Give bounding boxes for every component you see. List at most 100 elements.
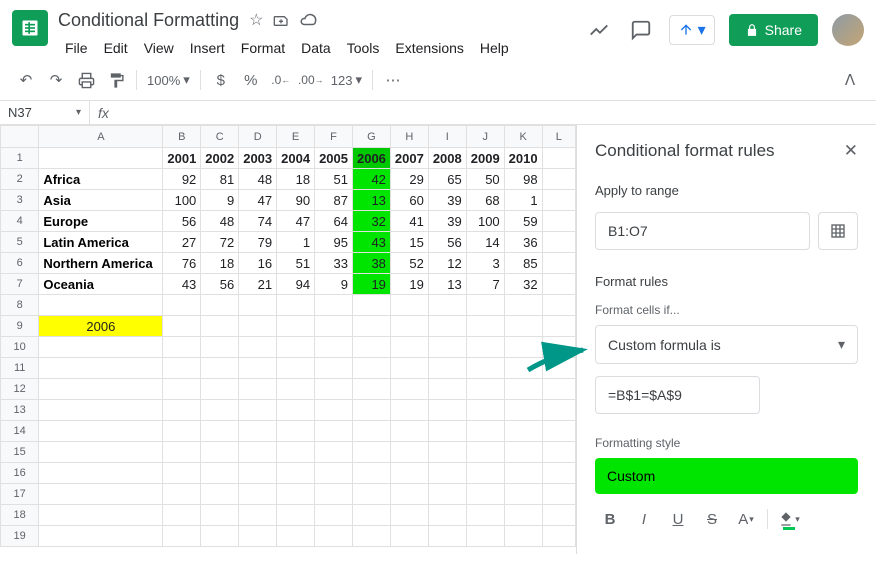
row-header[interactable]: 3 — [1, 190, 39, 211]
increase-decimals-button[interactable]: .00→ — [297, 66, 325, 94]
table-cell[interactable]: 51 — [315, 169, 353, 190]
style-preview[interactable]: Custom — [595, 458, 858, 494]
table-cell[interactable]: 15 — [390, 232, 428, 253]
table-cell[interactable]: 68 — [466, 190, 504, 211]
table-cell[interactable]: 43 — [163, 274, 201, 295]
col-header[interactable]: K — [504, 126, 542, 148]
table-cell[interactable]: 81 — [201, 169, 239, 190]
table-cell[interactable]: 2005 — [315, 148, 353, 169]
table-cell[interactable]: 2003 — [239, 148, 277, 169]
star-icon[interactable]: ☆ — [249, 10, 263, 30]
strikethrough-button[interactable]: S — [697, 504, 727, 534]
col-header[interactable]: C — [201, 126, 239, 148]
table-cell[interactable]: 48 — [239, 169, 277, 190]
table-cell[interactable]: 2010 — [504, 148, 542, 169]
table-cell[interactable]: 43 — [352, 232, 390, 253]
table-cell[interactable]: Asia — [39, 190, 163, 211]
menu-help[interactable]: Help — [473, 36, 516, 60]
menu-view[interactable]: View — [137, 36, 181, 60]
table-cell[interactable]: 94 — [277, 274, 315, 295]
table-cell[interactable]: Latin America — [39, 232, 163, 253]
row-header[interactable]: 11 — [1, 358, 39, 379]
table-cell[interactable]: 27 — [163, 232, 201, 253]
condition-dropdown[interactable]: Custom formula is▾ — [595, 325, 858, 364]
table-cell[interactable]: 33 — [315, 253, 353, 274]
table-cell[interactable]: 56 — [428, 232, 466, 253]
fill-color-button[interactable]: ▾ — [774, 504, 804, 534]
table-cell[interactable]: 64 — [315, 211, 353, 232]
table-cell[interactable]: 1 — [277, 232, 315, 253]
row-header[interactable]: 10 — [1, 337, 39, 358]
range-input[interactable]: B1:O7 — [595, 212, 810, 250]
move-icon[interactable] — [273, 12, 289, 28]
print-button[interactable] — [72, 66, 100, 94]
table-cell[interactable]: 50 — [466, 169, 504, 190]
table-cell[interactable]: 38 — [352, 253, 390, 274]
undo-button[interactable]: ↶ — [12, 66, 40, 94]
table-cell[interactable]: 32 — [352, 211, 390, 232]
table-cell[interactable]: 85 — [504, 253, 542, 274]
row-header[interactable]: 14 — [1, 421, 39, 442]
table-cell[interactable]: 2004 — [277, 148, 315, 169]
number-format-dropdown[interactable]: 123 ▾ — [327, 72, 366, 88]
table-cell[interactable]: 56 — [201, 274, 239, 295]
table-cell[interactable]: 14 — [466, 232, 504, 253]
row-header[interactable]: 2 — [1, 169, 39, 190]
table-cell[interactable]: Northern America — [39, 253, 163, 274]
row-header[interactable]: 16 — [1, 463, 39, 484]
close-panel-button[interactable]: ✕ — [844, 141, 858, 161]
table-cell[interactable]: 18 — [277, 169, 315, 190]
row-header[interactable]: 9 — [1, 316, 39, 337]
table-cell[interactable]: 65 — [428, 169, 466, 190]
table-cell[interactable]: 18 — [201, 253, 239, 274]
share-button[interactable]: Share — [729, 14, 818, 46]
row-header[interactable]: 7 — [1, 274, 39, 295]
table-cell[interactable]: 9 — [315, 274, 353, 295]
currency-button[interactable]: $ — [207, 66, 235, 94]
table-cell[interactable]: 2009 — [466, 148, 504, 169]
table-cell[interactable]: 100 — [163, 190, 201, 211]
table-cell[interactable]: 2007 — [390, 148, 428, 169]
table-cell[interactable]: 87 — [315, 190, 353, 211]
table-cell[interactable]: 52 — [390, 253, 428, 274]
text-color-button[interactable]: A▾ — [731, 504, 761, 534]
row-header[interactable]: 1 — [1, 148, 39, 169]
table-cell[interactable]: Oceania — [39, 274, 163, 295]
bold-button[interactable]: B — [595, 504, 625, 534]
table-cell[interactable]: 59 — [504, 211, 542, 232]
row-header[interactable]: 6 — [1, 253, 39, 274]
doc-title[interactable]: Conditional Formatting — [58, 10, 239, 31]
cloud-status-icon[interactable] — [299, 11, 317, 29]
table-cell[interactable]: 19 — [352, 274, 390, 295]
table-cell[interactable]: 42 — [352, 169, 390, 190]
row-header[interactable]: 5 — [1, 232, 39, 253]
account-avatar[interactable] — [832, 14, 864, 46]
menu-edit[interactable]: Edit — [97, 36, 135, 60]
table-cell[interactable]: 92 — [163, 169, 201, 190]
col-header[interactable]: J — [466, 126, 504, 148]
zoom-dropdown[interactable]: 100% ▾ — [143, 72, 194, 88]
table-cell[interactable]: 2002 — [201, 148, 239, 169]
row-header[interactable]: 12 — [1, 379, 39, 400]
table-cell[interactable]: 3 — [466, 253, 504, 274]
table-cell[interactable]: 39 — [428, 211, 466, 232]
menu-tools[interactable]: Tools — [340, 36, 387, 60]
table-cell[interactable]: 47 — [277, 211, 315, 232]
table-cell[interactable]: 60 — [390, 190, 428, 211]
table-cell[interactable]: 7 — [466, 274, 504, 295]
row-header[interactable]: 8 — [1, 295, 39, 316]
history-icon[interactable] — [585, 16, 613, 44]
table-cell[interactable]: 79 — [239, 232, 277, 253]
italic-button[interactable]: I — [629, 504, 659, 534]
menu-extensions[interactable]: Extensions — [388, 36, 470, 60]
decrease-decimals-button[interactable]: .0← — [267, 66, 295, 94]
table-cell[interactable]: 29 — [390, 169, 428, 190]
table-cell[interactable]: 2001 — [163, 148, 201, 169]
row-header[interactable]: 15 — [1, 442, 39, 463]
menu-insert[interactable]: Insert — [183, 36, 232, 60]
col-header[interactable]: L — [542, 126, 575, 148]
table-cell[interactable]: 13 — [352, 190, 390, 211]
row-header[interactable]: 4 — [1, 211, 39, 232]
col-header[interactable]: E — [277, 126, 315, 148]
menu-file[interactable]: File — [58, 36, 95, 60]
